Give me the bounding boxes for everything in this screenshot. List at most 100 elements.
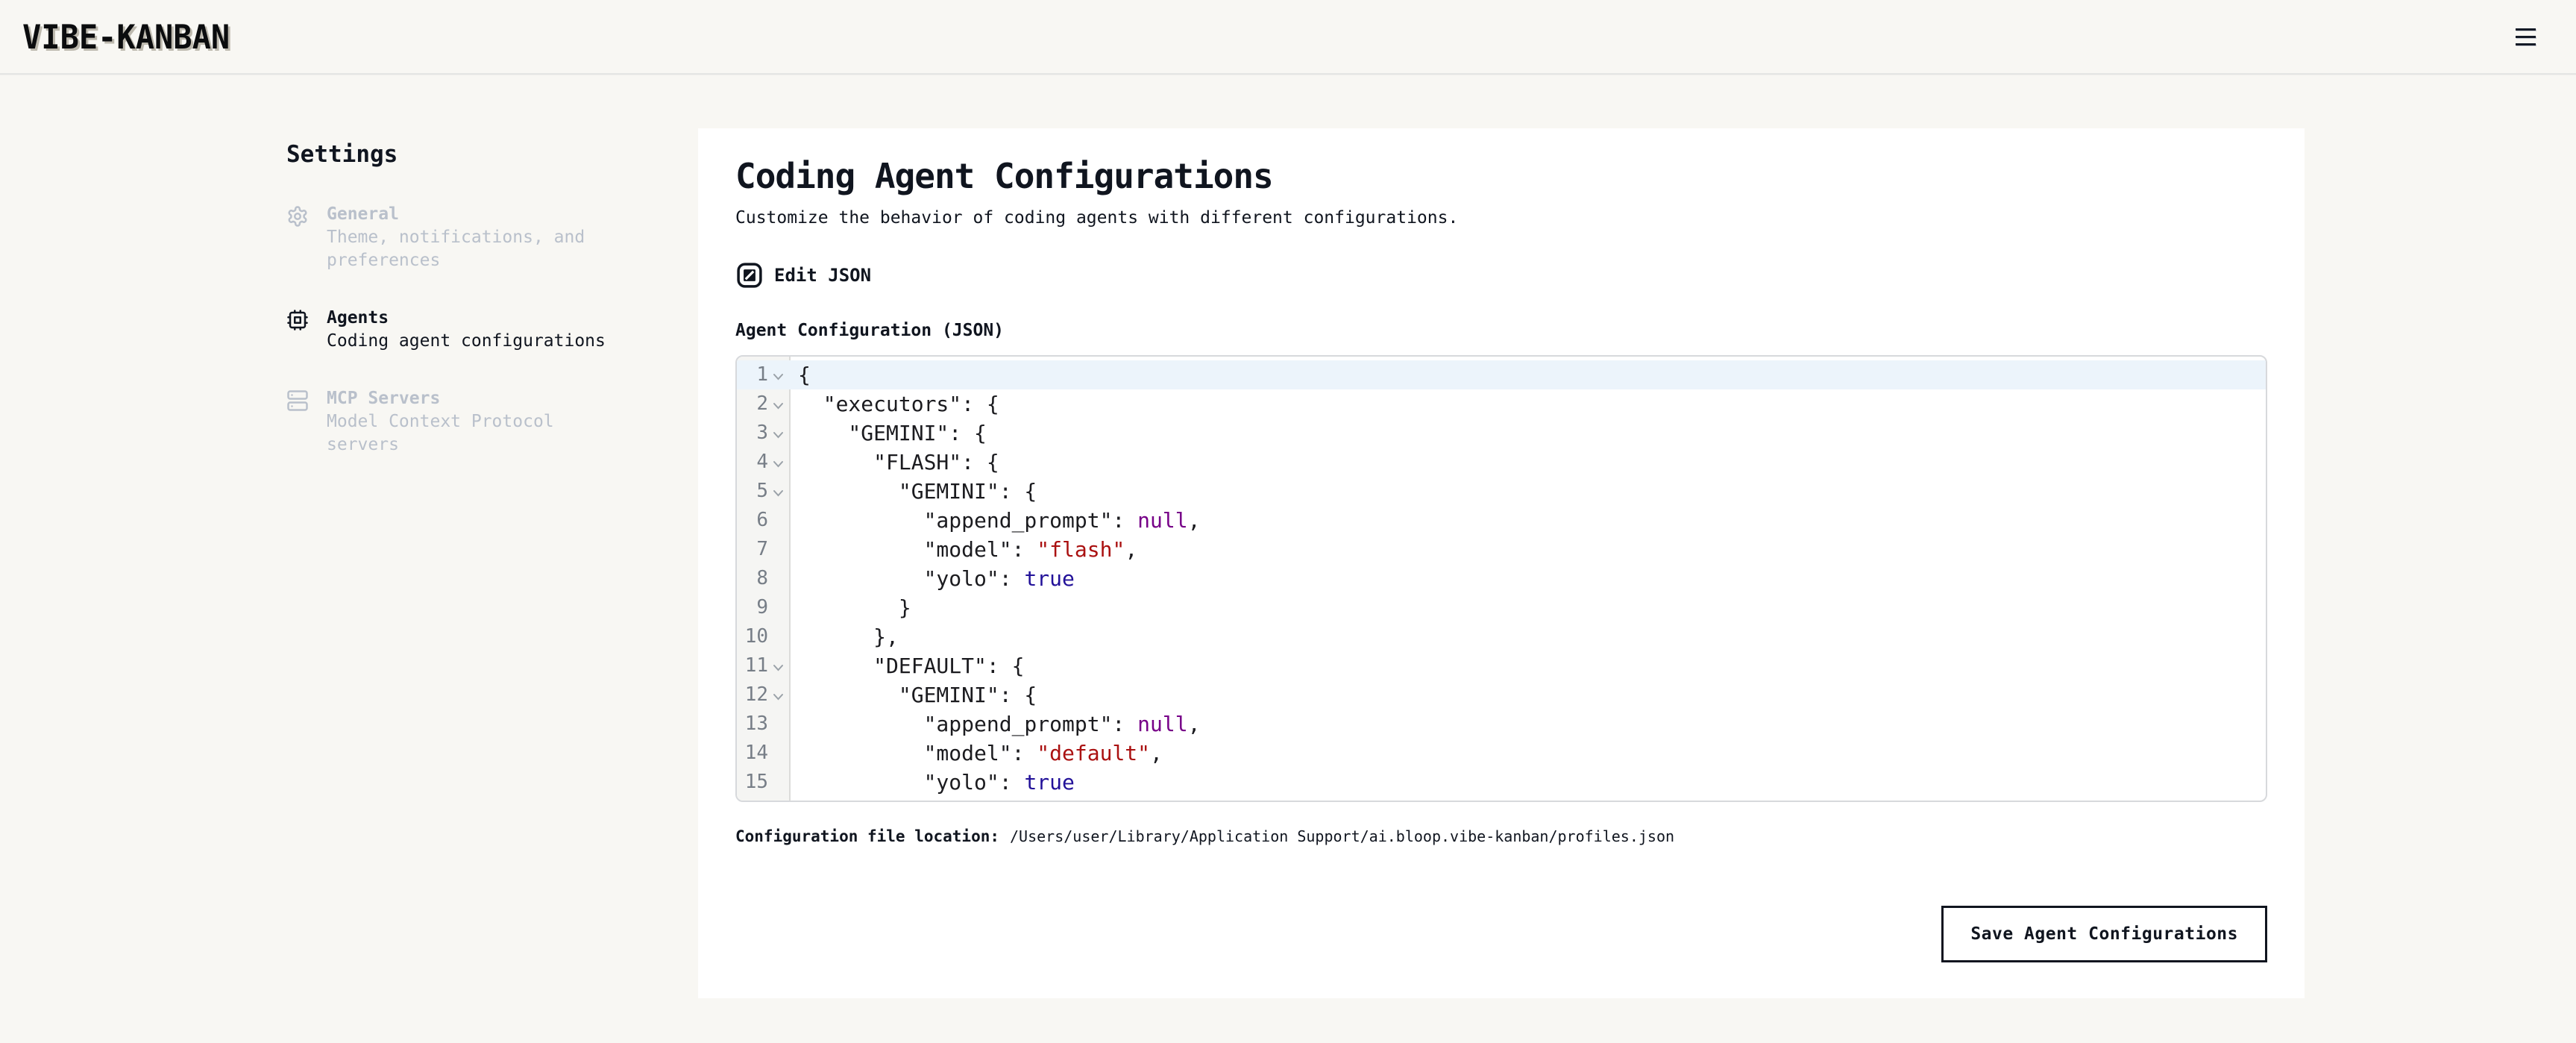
page-title: Coding Agent Configurations	[735, 156, 1274, 196]
line-number: 6	[756, 509, 768, 531]
editor-gutter-cell: 15	[737, 768, 789, 797]
editor-line[interactable]: 7 "model": "flash",	[737, 535, 2266, 564]
edit-json-button[interactable]: Edit JSON	[735, 261, 871, 289]
line-number: 12	[744, 683, 768, 706]
line-number: 9	[756, 596, 768, 618]
line-number: 14	[744, 742, 768, 764]
settings-sidebar: Settings General Theme, notifications, a…	[271, 128, 698, 491]
editor-lines: 1{2 "executors": {3 "GEMINI": {4 "FLASH"…	[737, 360, 2266, 797]
code-line-content[interactable]: "GEMINI": {	[789, 477, 2266, 506]
line-number: 8	[756, 567, 768, 589]
code-line-content[interactable]: {	[789, 360, 2266, 389]
editor-label: Agent Configuration (JSON)	[735, 321, 1005, 340]
line-number: 7	[756, 538, 768, 560]
editor-gutter-cell: 8	[737, 564, 789, 593]
editor-line[interactable]: 12 "GEMINI": {	[737, 680, 2266, 710]
editor-line[interactable]: 10 },	[737, 622, 2266, 651]
line-number: 4	[756, 451, 768, 473]
editor-line[interactable]: 4 "FLASH": {	[737, 448, 2266, 477]
editor-line[interactable]: 14 "model": "default",	[737, 739, 2266, 768]
editor-gutter-cell: 12	[737, 680, 789, 710]
gear-icon	[286, 203, 309, 272]
editor-gutter-cell: 7	[737, 535, 789, 564]
sidebar-item-label: General	[327, 204, 399, 224]
sidebar-item-agents[interactable]: Agents Coding agent configurations	[286, 307, 698, 353]
editor-gutter-cell: 4	[737, 448, 789, 477]
sidebar-title: Settings	[286, 141, 398, 168]
code-line-content[interactable]: "model": "default",	[789, 739, 2266, 768]
server-icon	[286, 387, 309, 457]
sidebar-item-label: Agents	[327, 308, 389, 328]
fold-chevron-icon[interactable]	[768, 370, 788, 384]
editor-gutter-cell: 5	[737, 477, 789, 506]
line-number: 13	[744, 712, 768, 735]
sidebar-nav: General Theme, notifications, and prefer…	[286, 203, 698, 457]
sidebar-item-general[interactable]: General Theme, notifications, and prefer…	[286, 203, 698, 272]
editor-gutter-cell: 3	[737, 419, 789, 448]
line-number: 10	[744, 625, 768, 648]
fold-chevron-icon[interactable]	[768, 428, 788, 442]
editor-gutter-cell: 14	[737, 739, 789, 768]
editor-gutter-cell: 13	[737, 710, 789, 739]
editor-gutter-cell: 10	[737, 622, 789, 651]
sidebar-item-description: Model Context Protocol servers	[327, 412, 554, 454]
code-line-content[interactable]: "append_prompt": null,	[789, 710, 2266, 739]
save-agent-configurations-button[interactable]: Save Agent Configurations	[1941, 906, 2267, 962]
editor-line[interactable]: 8 "yolo": true	[737, 564, 2266, 593]
line-number: 5	[756, 480, 768, 502]
square-pen-icon	[735, 261, 764, 289]
sidebar-item-label: MCP Servers	[327, 389, 441, 408]
editor-line[interactable]: 11 "DEFAULT": {	[737, 651, 2266, 680]
editor-line[interactable]: 13 "append_prompt": null,	[737, 710, 2266, 739]
file-location-label: Configuration file location:	[735, 827, 1000, 845]
app-logo[interactable]: VIBE-KANBAN	[22, 17, 230, 56]
editor-line[interactable]: 15 "yolo": true	[737, 768, 2266, 797]
fold-chevron-icon[interactable]	[768, 457, 788, 472]
code-line-content[interactable]: }	[789, 593, 2266, 622]
code-line-content[interactable]: "append_prompt": null,	[789, 506, 2266, 535]
file-location: Configuration file location: /Users/user…	[735, 827, 2267, 845]
editor-line[interactable]: 6 "append_prompt": null,	[737, 506, 2266, 535]
editor-line[interactable]: 3 "GEMINI": {	[737, 419, 2266, 448]
editor-gutter-cell: 6	[737, 506, 789, 535]
save-row: Save Agent Configurations	[735, 906, 2267, 962]
code-line-content[interactable]: "executors": {	[789, 389, 2266, 419]
code-line-content[interactable]: "model": "flash",	[789, 535, 2266, 564]
line-number: 1	[756, 363, 768, 386]
editor-line[interactable]: 2 "executors": {	[737, 389, 2266, 419]
file-location-path: /Users/user/Library/Application Support/…	[1010, 827, 1675, 845]
menu-button[interactable]	[2511, 24, 2540, 50]
editor-gutter-cell: 2	[737, 389, 789, 419]
fold-chevron-icon[interactable]	[768, 690, 788, 704]
fold-chevron-icon[interactable]	[768, 399, 788, 413]
app-header: VIBE-KANBAN	[0, 0, 2576, 75]
editor-gutter-cell: 1	[737, 360, 789, 389]
editor-line[interactable]: 9 }	[737, 593, 2266, 622]
sidebar-item-description: Theme, notifications, and preferences	[327, 228, 585, 270]
editor-gutter-cell: 9	[737, 593, 789, 622]
edit-json-label: Edit JSON	[774, 265, 872, 286]
line-number: 2	[756, 392, 768, 415]
code-line-content[interactable]: "yolo": true	[789, 564, 2266, 593]
editor-gutter-cell: 11	[737, 651, 789, 680]
sidebar-item-description: Coding agent configurations	[327, 331, 606, 351]
hamburger-icon	[2516, 28, 2536, 46]
code-line-content[interactable]: "GEMINI": {	[789, 680, 2266, 710]
agent-configurations-panel: Coding Agent Configurations Customize th…	[698, 128, 2305, 998]
editor-line[interactable]: 5 "GEMINI": {	[737, 477, 2266, 506]
code-line-content[interactable]: "FLASH": {	[789, 448, 2266, 477]
json-editor[interactable]: 1{2 "executors": {3 "GEMINI": {4 "FLASH"…	[735, 355, 2267, 802]
code-line-content[interactable]: "yolo": true	[789, 768, 2266, 797]
cpu-icon	[286, 307, 309, 353]
fold-chevron-icon[interactable]	[768, 486, 788, 501]
code-line-content[interactable]: },	[789, 622, 2266, 651]
settings-page: Settings General Theme, notifications, a…	[271, 128, 2305, 998]
code-line-content[interactable]: "DEFAULT": {	[789, 651, 2266, 680]
editor-line[interactable]: 1{	[737, 360, 2266, 389]
page-subtitle: Customize the behavior of coding agents …	[735, 208, 1459, 228]
line-number: 3	[756, 422, 768, 444]
fold-chevron-icon[interactable]	[768, 661, 788, 675]
sidebar-item-mcp-servers[interactable]: MCP Servers Model Context Protocol serve…	[286, 387, 698, 457]
line-number: 15	[744, 771, 768, 793]
code-line-content[interactable]: "GEMINI": {	[789, 419, 2266, 448]
